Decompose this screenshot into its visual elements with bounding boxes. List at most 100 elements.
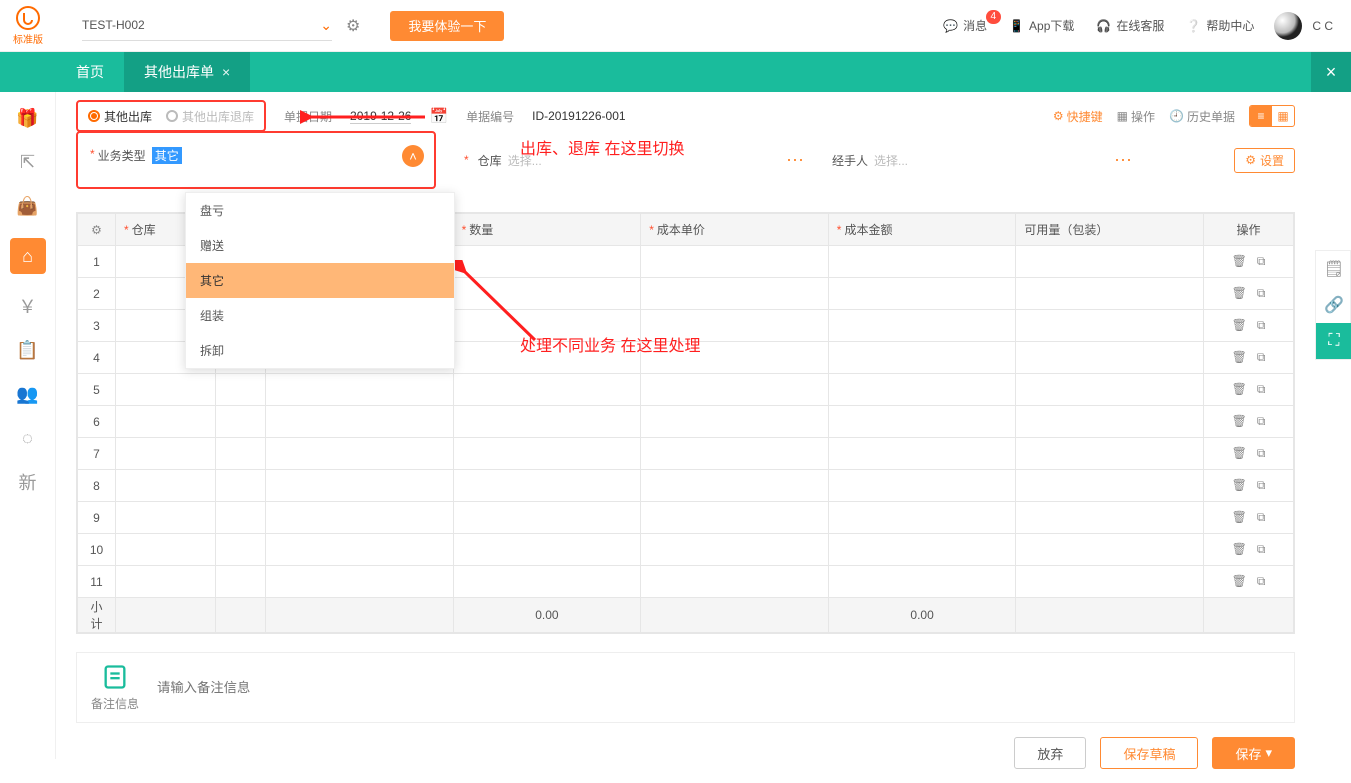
table-header: *成本单价 [641, 214, 829, 246]
nav-contacts-icon[interactable]: 👥 [16, 382, 40, 406]
table-row[interactable]: 9🗑⧉ [78, 502, 1294, 534]
help-center-link[interactable]: ❔ 帮助中心 [1186, 17, 1254, 34]
remarks-input[interactable] [157, 676, 1280, 700]
delete-row-icon[interactable]: 🗑 [1232, 318, 1247, 333]
warehouse-field[interactable]: *仓库 选择... ⋯ [464, 150, 804, 171]
radio-return-label: 其他出库退库 [182, 108, 254, 125]
table-row[interactable]: 6 🗑 ⧉ [78, 406, 1294, 438]
nav-sync-icon[interactable]: ◌ [16, 426, 40, 450]
handler-label: 经手人 [832, 152, 868, 169]
copy-row-icon[interactable]: ⧉ [1257, 446, 1266, 461]
logo-icon [16, 6, 40, 30]
tab-home[interactable]: 首页 [56, 52, 124, 92]
table-row[interactable]: 10🗑⧉ [78, 534, 1294, 566]
copy-row-icon[interactable]: ⧉ [1257, 350, 1266, 365]
delete-row-icon[interactable]: 🗑 [1232, 510, 1247, 525]
try-button[interactable]: 我要体验一下 [390, 11, 504, 41]
right-float-rail: 🗒 🔗 ⛶ [1315, 250, 1351, 360]
copy-row-icon[interactable]: ⧉ [1257, 286, 1266, 301]
delete-row-icon[interactable]: 🗑 [1232, 478, 1247, 493]
more-icon[interactable]: ⋯ [786, 150, 804, 171]
discard-button[interactable]: 放弃 [1014, 737, 1086, 769]
copy-row-icon[interactable]: ⧉ [1257, 510, 1266, 525]
delete-row-icon[interactable]: 🗑 [1232, 350, 1247, 365]
table-row[interactable]: 8🗑⧉ [78, 470, 1294, 502]
nav-warehouse-icon[interactable]: ⌂ [10, 238, 46, 274]
company-select[interactable]: TEST-H002 ⌄ [82, 11, 332, 41]
close-all-tabs-button[interactable]: × [1311, 52, 1351, 92]
handler-placeholder: 选择... [874, 152, 908, 169]
subtotal-row: 小计0.000.00 [78, 598, 1294, 633]
settings-label: 设置 [1260, 152, 1284, 169]
more-icon[interactable]: ⋯ [1114, 150, 1132, 171]
view-toggle: ≡ ▦ [1249, 105, 1295, 127]
nav-new-icon[interactable]: 新 [16, 470, 40, 494]
delete-row-icon[interactable]: 🗑 [1232, 574, 1247, 589]
ops-link[interactable]: ▦ 操作 [1117, 108, 1155, 125]
link-icon[interactable]: 🔗 [1316, 287, 1351, 323]
settings-gear-icon[interactable]: ⚙ [346, 16, 360, 36]
row-number: 7 [78, 438, 116, 470]
copy-row-icon[interactable]: ⧉ [1257, 414, 1266, 429]
copy-row-icon[interactable]: ⧉ [1257, 574, 1266, 589]
delete-row-icon[interactable]: 🗑 [1232, 446, 1247, 461]
customer-service-link[interactable]: 🎧 在线客服 [1096, 17, 1164, 34]
biztype-option[interactable]: 其它 [186, 263, 454, 298]
remarks-section: 备注信息 [76, 652, 1295, 723]
save-button[interactable]: 保存 ▾ [1212, 737, 1295, 769]
tab-other-out[interactable]: 其他出库单 × [124, 52, 250, 92]
note-icon[interactable]: 🗒 [1316, 251, 1351, 287]
save-draft-button[interactable]: 保存草稿 [1100, 737, 1198, 769]
app-download-link[interactable]: 📱 App下载 [1009, 17, 1074, 34]
row-number: 6 [78, 406, 116, 438]
delete-row-icon[interactable]: 🗑 [1232, 542, 1247, 557]
biztype-option[interactable]: 盘亏 [186, 193, 454, 228]
delete-row-icon[interactable]: 🗑 [1232, 286, 1247, 301]
table-row[interactable]: 7 🗑 ⧉ [78, 438, 1294, 470]
biztype-option[interactable]: 拆卸 [186, 333, 454, 368]
biztype-option[interactable]: 组装 [186, 298, 454, 333]
nav-clipboard-icon[interactable]: 📋 [16, 338, 40, 362]
username[interactable]: C C [1312, 19, 1333, 33]
biztype-field[interactable]: * 业务类型 其它 ˄ [76, 131, 436, 189]
table-settings-icon[interactable]: ⚙ [78, 214, 116, 246]
tab-home-label: 首页 [76, 62, 104, 82]
delete-row-icon[interactable]: 🗑 [1232, 414, 1247, 429]
nav-money-icon[interactable]: ￥ [16, 294, 40, 318]
copy-row-icon[interactable]: ⧉ [1257, 254, 1266, 269]
nav-gift-icon[interactable]: 🎁 [16, 106, 40, 130]
row-number: 3 [78, 310, 116, 342]
shortcut-link[interactable]: ⚙ 快捷键 [1053, 108, 1103, 125]
calendar-icon[interactable]: 📅 [429, 107, 448, 125]
copy-row-icon[interactable]: ⧉ [1257, 478, 1266, 493]
expand-icon[interactable]: ⛶ [1316, 323, 1351, 359]
biztype-option[interactable]: 赠送 [186, 228, 454, 263]
chevron-up-icon[interactable]: ˄ [402, 145, 424, 167]
delete-row-icon[interactable]: 🗑 [1232, 254, 1247, 269]
table-row[interactable]: 5🗑⧉ [78, 374, 1294, 406]
radio-out[interactable]: 其他出库 [88, 108, 152, 125]
company-name: TEST-H002 [82, 18, 145, 32]
logo-subtitle: 标准版 [13, 31, 43, 46]
message-icon: 💬 [943, 19, 958, 33]
tab-close-icon[interactable]: × [222, 64, 230, 80]
annotation-biz: 处理不同业务 在这里处理 [520, 332, 700, 356]
user-avatar[interactable] [1274, 12, 1302, 40]
copy-row-icon[interactable]: ⧉ [1257, 318, 1266, 333]
view-list-icon[interactable]: ≡ [1250, 106, 1272, 126]
nav-bag-icon[interactable]: 👜 [16, 194, 40, 218]
row-number: 2 [78, 278, 116, 310]
view-grid-icon[interactable]: ▦ [1272, 106, 1294, 126]
handler-field[interactable]: 经手人 选择... ⋯ [832, 150, 1132, 171]
settings-button[interactable]: ⚙ 设置 [1234, 148, 1295, 173]
messages-link[interactable]: 💬 消息 4 [943, 17, 987, 34]
copy-row-icon[interactable]: ⧉ [1257, 382, 1266, 397]
radio-return[interactable]: 其他出库退库 [166, 108, 254, 125]
delete-row-icon[interactable]: 🗑 [1232, 382, 1247, 397]
table-row[interactable]: 11 🗑 ⧉ [78, 566, 1294, 598]
row-number: 11 [78, 566, 116, 598]
nav-in-icon[interactable]: ⇱ [16, 150, 40, 174]
copy-row-icon[interactable]: ⧉ [1257, 542, 1266, 557]
history-link[interactable]: 🕘 历史单据 [1169, 108, 1235, 125]
annotation-arrow-1 [300, 102, 430, 132]
